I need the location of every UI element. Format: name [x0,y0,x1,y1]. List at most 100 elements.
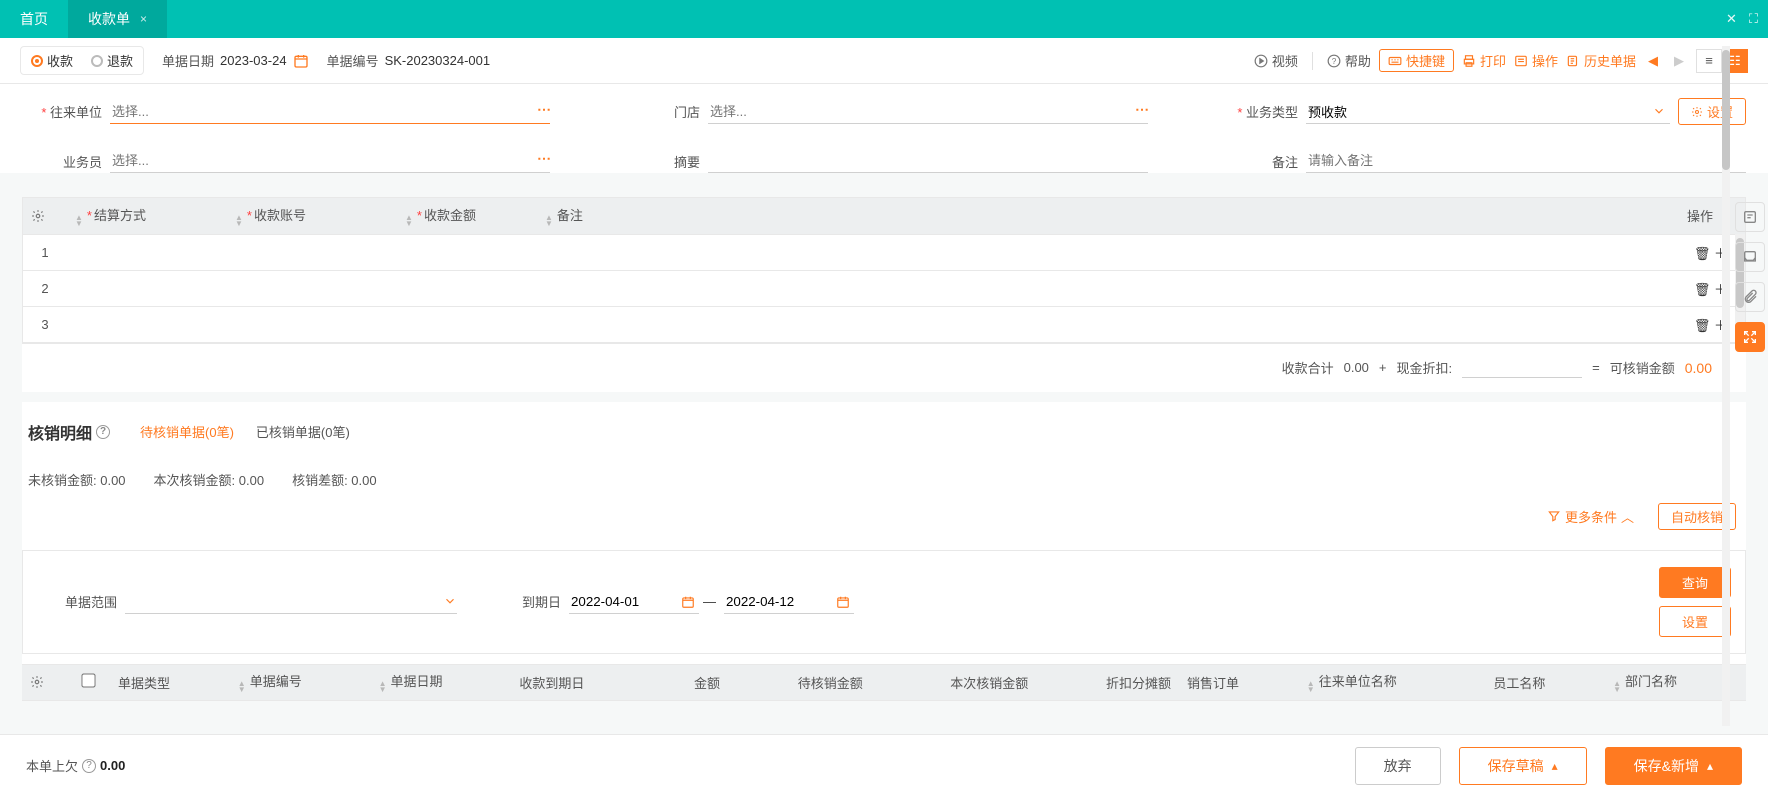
hx-col-pending[interactable]: 待核销金额 [798,676,863,691]
history-prev[interactable]: ◀ [1644,53,1662,69]
hx-col-this[interactable]: 本次核销金额 [950,676,1028,691]
remark-label: 备注 [1218,152,1298,171]
picker-dots-icon[interactable]: ⋯ [537,101,550,118]
discount-input[interactable] [1462,358,1582,378]
hx-col-dept[interactable]: 部门名称 [1625,674,1677,689]
rail-expand-icon[interactable] [1735,322,1765,352]
receipt-lines-table: *结算方式 *收款账号 *收款金额 备注 操作 1 🗑 ＋ 2 🗑 ＋ 3 🗑 … [22,197,1746,344]
hx-range-select[interactable] [125,590,457,614]
remark-input[interactable] [1306,149,1746,173]
hx-col-due[interactable]: 收款到期日 [519,676,584,691]
calendar-icon[interactable] [293,53,309,69]
row-delete-icon[interactable]: 🗑 [1694,282,1711,297]
close-icon[interactable]: × [140,12,147,26]
hx-range-label: 单据范围 [37,592,117,611]
svg-text:?: ? [1332,56,1337,65]
row-delete-icon[interactable]: 🗑 [1694,318,1711,333]
totals-sum-value: 0.00 [1344,360,1369,375]
biztype-label: 业务类型 [1218,102,1298,121]
hx-col-no[interactable]: 单据编号 [250,674,302,689]
table-row[interactable]: 2 🗑 ＋ [23,270,1745,306]
biztype-select[interactable] [1306,100,1670,124]
totals-sum-label: 收款合计 [1282,358,1334,377]
col-amount[interactable]: 收款金额 [424,208,476,223]
salesman-input[interactable] [110,149,550,173]
hx-col-type[interactable]: 单据类型 [118,676,170,691]
writeoffable-value: 0.00 [1685,360,1712,376]
tab-home[interactable]: 首页 [0,0,68,38]
help-icon[interactable]: ? [96,425,110,439]
hx-due-label: 到期日 [481,592,561,611]
salesman-label: 业务员 [22,152,102,171]
hx-col-customer[interactable]: 往来单位名称 [1319,674,1397,689]
bill-no-value: SK-20230324-001 [385,53,491,68]
footer-owe-label: 本单上欠 [26,756,78,775]
picker-dots-icon[interactable]: ⋯ [537,150,550,167]
hx-col-saleorder[interactable]: 销售订单 [1187,676,1239,691]
radio-receive[interactable]: 收款 [31,51,73,70]
operate-link[interactable]: 操作 [1514,51,1558,70]
hx-settings-button[interactable]: 设置 [1659,606,1731,637]
hx-tab-done[interactable]: 已核销单据(0笔) [256,422,350,441]
picker-dots-icon[interactable]: ⋯ [1135,101,1148,118]
col-operate: 操作 [1687,209,1713,224]
history-next[interactable]: ▶ [1670,53,1688,69]
totals-discount-label: 现金折扣: [1397,358,1453,377]
table-row[interactable]: 1 🗑 ＋ [23,234,1745,270]
hx-search-button[interactable]: 查询 [1659,567,1731,598]
store-input[interactable] [708,100,1148,124]
col-settle[interactable]: 结算方式 [94,208,146,223]
hx-diff: 核销差额: 0.00 [292,470,377,489]
chevron-down-icon[interactable] [443,594,457,608]
discard-button[interactable]: 放弃 [1355,747,1441,785]
rail-attachment-icon[interactable] [1735,282,1765,312]
hx-date-from[interactable] [569,590,699,614]
more-conditions[interactable]: 更多条件 ︿ [1547,507,1634,526]
totals-row: 收款合计 0.00 + 现金折扣: = 可核销金额 0.00 [22,344,1746,392]
hx-col-emp[interactable]: 员工名称 [1493,676,1545,691]
hx-title: 核销明细 [28,420,92,444]
bill-date-value[interactable]: 2023-03-24 [220,53,287,68]
radio-refund[interactable]: 退款 [91,51,133,70]
bill-date-label: 单据日期 [162,51,214,70]
store-label: 门店 [620,102,700,121]
history-link[interactable]: 历史单据 [1566,51,1636,70]
hx-thiswriteoff: 本次核销金额: 0.00 [154,470,265,489]
row-delete-icon[interactable]: 🗑 [1694,246,1711,261]
customer-label: 往来单位 [22,102,102,121]
window-close-icon[interactable]: ✕ [1726,11,1737,27]
bill-no-label: 单据编号 [327,51,379,70]
hx-col-amount[interactable]: 金额 [694,676,720,691]
customer-input[interactable] [110,100,550,124]
hx-grid-settings-icon[interactable] [30,675,58,689]
shortcut-button[interactable]: 快捷键 [1379,49,1454,72]
grid-settings-icon[interactable] [31,209,59,223]
col-remark[interactable]: 备注 [557,208,583,223]
footer-owe-value: 0.00 [100,758,125,773]
writeoffable-label: 可核销金额 [1610,358,1675,377]
hx-tab-pending[interactable]: 待核销单据(0笔) [140,422,234,441]
view-mode-compact[interactable]: ≡ [1696,49,1722,73]
hx-col-date[interactable]: 单据日期 [390,674,442,689]
hx-select-all[interactable] [81,673,95,687]
page-scrollbar[interactable] [1722,46,1730,726]
video-link[interactable]: 视频 [1254,51,1298,70]
summary-label: 摘要 [620,152,700,171]
right-rail [1732,38,1768,352]
help-link[interactable]: ? 帮助 [1327,51,1371,70]
fullscreen-icon[interactable]: ⛶ [1749,11,1758,27]
save-draft-button[interactable]: 保存草稿 [1459,747,1587,785]
col-account[interactable]: 收款账号 [254,208,306,223]
print-link[interactable]: 打印 [1462,51,1506,70]
hx-date-to[interactable] [724,590,854,614]
rail-inbox-icon[interactable] [1735,242,1765,272]
summary-input[interactable] [708,149,1148,173]
hx-col-discshare[interactable]: 折扣分摊额 [1106,676,1171,691]
chevron-down-icon[interactable] [1652,104,1666,118]
help-icon[interactable]: ? [82,759,96,773]
rail-note-icon[interactable] [1735,202,1765,232]
table-row[interactable]: 3 🗑 ＋ [23,306,1745,342]
footer-bar: 本单上欠 ? 0.00 放弃 保存草稿 保存&新增 [0,734,1768,796]
tab-receipt[interactable]: 收款单 × [68,0,167,38]
save-new-button[interactable]: 保存&新增 [1605,747,1742,785]
